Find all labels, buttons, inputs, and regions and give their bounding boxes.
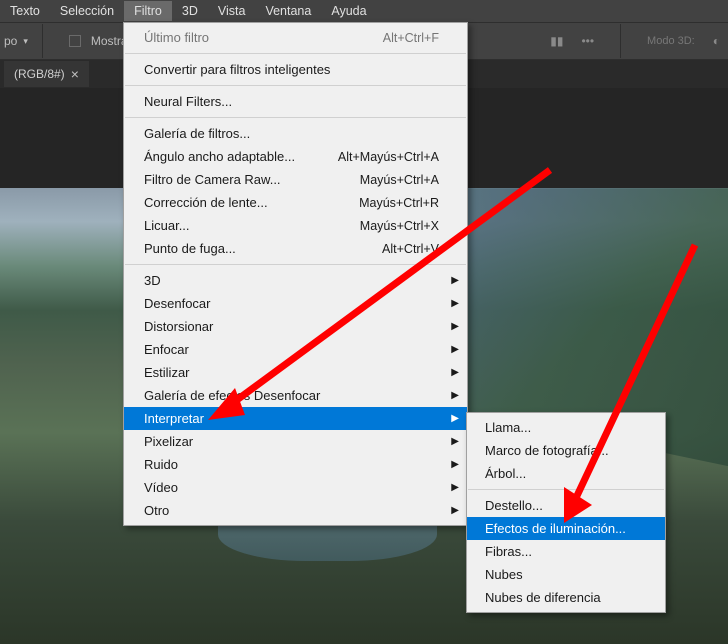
chevron-right-icon: ▶ — [451, 505, 459, 516]
menu-distorsionar-submenu[interactable]: Distorsionar▶ — [124, 315, 467, 338]
menu-camera-raw[interactable]: Filtro de Camera Raw...Mayús+Ctrl+A — [124, 168, 467, 191]
chevron-right-icon: ▶ — [451, 390, 459, 401]
chevron-right-icon: ▶ — [451, 275, 459, 286]
submenu-marco-fotografia[interactable]: Marco de fotografía... — [467, 439, 665, 462]
menu-ayuda[interactable]: Ayuda — [321, 1, 376, 21]
mostrar-checkbox[interactable] — [69, 35, 81, 47]
menu-galeria-desenfocar-submenu[interactable]: Galería de efectos Desenfocar▶ — [124, 384, 467, 407]
submenu-nubes[interactable]: Nubes — [467, 563, 665, 586]
chevron-right-icon: ▶ — [451, 344, 459, 355]
menubar: Texto Selección Filtro 3D Vista Ventana … — [0, 0, 728, 22]
submenu-nubes-diferencia[interactable]: Nubes de diferencia — [467, 586, 665, 609]
menu-filtro[interactable]: Filtro — [124, 1, 172, 21]
chevron-right-icon: ▶ — [451, 459, 459, 470]
menu-angulo-adaptable[interactable]: Ángulo ancho adaptable...Alt+Mayús+Ctrl+… — [124, 145, 467, 168]
menu-convertir-inteligentes[interactable]: Convertir para filtros inteligentes — [124, 58, 467, 81]
menu-punto-fuga[interactable]: Punto de fuga...Alt+Ctrl+V — [124, 237, 467, 260]
document-tab[interactable]: (RGB/8#) × — [4, 61, 89, 87]
submenu-arbol[interactable]: Árbol... — [467, 462, 665, 485]
chevron-right-icon: ▶ — [451, 367, 459, 378]
submenu-llama[interactable]: Llama... — [467, 416, 665, 439]
menu-separator — [125, 53, 466, 54]
chevron-right-icon: ▶ — [451, 482, 459, 493]
toolbar-po-label: po — [4, 34, 17, 48]
menu-estilizar-submenu[interactable]: Estilizar▶ — [124, 361, 467, 384]
filtro-dropdown: Último filtroAlt+Ctrl+F Convertir para f… — [123, 22, 468, 526]
submenu-fibras[interactable]: Fibras... — [467, 540, 665, 563]
close-icon[interactable]: × — [71, 66, 79, 82]
interpretar-submenu: Llama... Marco de fotografía... Árbol...… — [466, 412, 666, 613]
chevron-right-icon: ▶ — [451, 436, 459, 447]
menu-vista[interactable]: Vista — [208, 1, 256, 21]
menu-seleccion[interactable]: Selección — [50, 1, 124, 21]
menu-otro-submenu[interactable]: Otro▶ — [124, 499, 467, 522]
panel-toggle-icon[interactable]: ▮▮ — [550, 34, 563, 48]
submenu-efectos-iluminacion[interactable]: Efectos de iluminación... — [467, 517, 665, 540]
menu-desenfocar-submenu[interactable]: Desenfocar▶ — [124, 292, 467, 315]
menu-interpretar-submenu[interactable]: Interpretar▶ — [124, 407, 467, 430]
dropdown-caret-icon[interactable]: ▾ — [23, 36, 28, 47]
menu-video-submenu[interactable]: Vídeo▶ — [124, 476, 467, 499]
submenu-destello[interactable]: Destello... — [467, 494, 665, 517]
menu-galeria-filtros[interactable]: Galería de filtros... — [124, 122, 467, 145]
menu-enfocar-submenu[interactable]: Enfocar▶ — [124, 338, 467, 361]
mode-3d-label: Modo 3D: — [647, 35, 695, 47]
chevron-right-icon: ▶ — [451, 413, 459, 424]
toolbar-divider — [620, 24, 621, 58]
menu-correccion-lente[interactable]: Corrección de lente...Mayús+Ctrl+R — [124, 191, 467, 214]
menu-ruido-submenu[interactable]: Ruido▶ — [124, 453, 467, 476]
menu-separator — [125, 85, 466, 86]
menu-pixelizar-submenu[interactable]: Pixelizar▶ — [124, 430, 467, 453]
document-tab-label: (RGB/8#) — [14, 67, 65, 81]
chevron-right-icon: ▶ — [451, 298, 459, 309]
menu-3d[interactable]: 3D — [172, 1, 208, 21]
menu-licuar[interactable]: Licuar...Mayús+Ctrl+X — [124, 214, 467, 237]
menu-separator — [468, 489, 664, 490]
orbit-3d-icon[interactable]: ◐ — [713, 34, 720, 48]
menu-ventana[interactable]: Ventana — [255, 1, 321, 21]
menu-texto[interactable]: Texto — [0, 1, 50, 21]
menu-separator — [125, 264, 466, 265]
menu-3d-submenu[interactable]: 3D▶ — [124, 269, 467, 292]
toolbar-divider — [42, 24, 43, 58]
menu-neural-filters[interactable]: Neural Filters... — [124, 90, 467, 113]
menu-ultimo-filtro[interactable]: Último filtroAlt+Ctrl+F — [124, 26, 467, 49]
chevron-right-icon: ▶ — [451, 321, 459, 332]
menu-separator — [125, 117, 466, 118]
more-options-icon[interactable]: ••• — [581, 34, 594, 48]
